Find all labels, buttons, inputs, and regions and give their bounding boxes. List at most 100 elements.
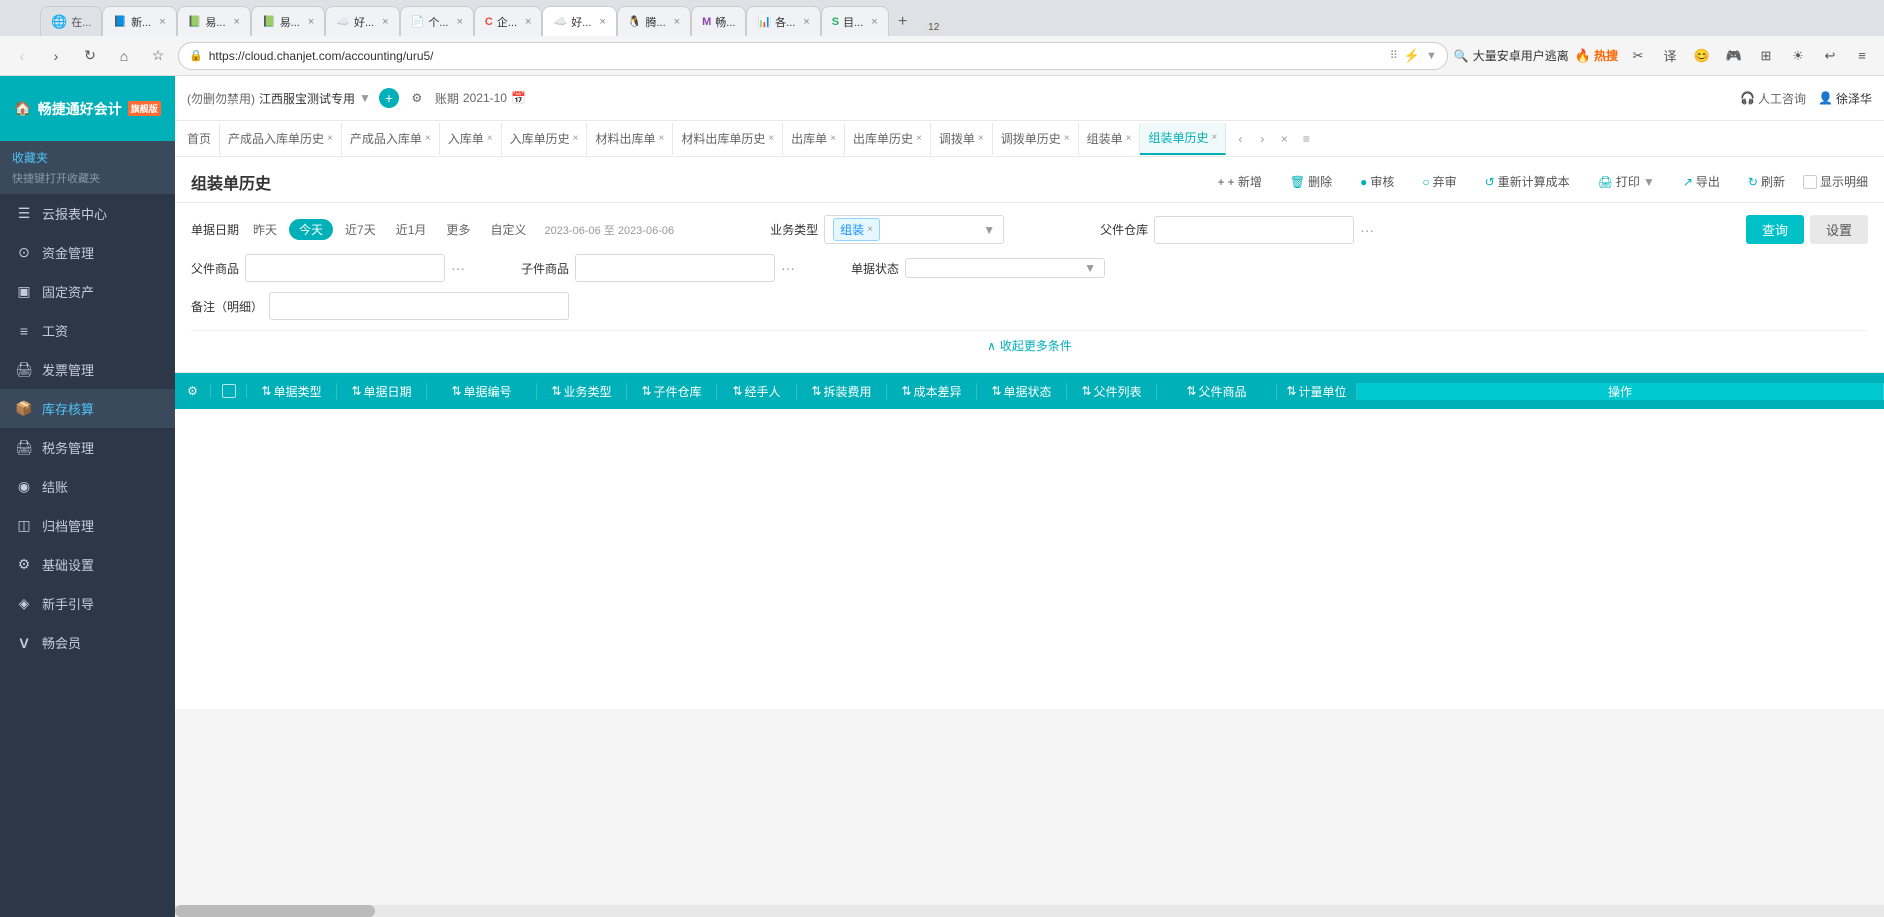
filter-collapse-button[interactable]: ∧ 收起更多条件 xyxy=(191,330,1868,360)
tab-close-icon[interactable]: × xyxy=(674,16,680,28)
tab-mat-out-hist-close[interactable]: × xyxy=(768,133,774,144)
tab-adjust-close[interactable]: × xyxy=(978,133,984,144)
column-doc-type[interactable]: ⇅ 单据类型 xyxy=(247,383,337,400)
show-details-checkbox[interactable] xyxy=(1803,175,1817,189)
header-checkbox[interactable] xyxy=(222,384,236,398)
sidebar-item-settlement[interactable]: ◉ 结账 xyxy=(0,467,175,506)
date-more[interactable]: 更多 xyxy=(438,219,478,240)
column-checkbox[interactable] xyxy=(211,384,247,398)
child-goods-dots[interactable]: ··· xyxy=(781,260,795,276)
sidebar-item-vip[interactable]: V 畅会员 xyxy=(0,623,175,662)
recalc-button[interactable]: ↺ 重新计算成本 xyxy=(1475,169,1580,194)
abandon-button[interactable]: ○ 弃审 xyxy=(1412,169,1466,194)
browser-tab-5[interactable]: ☁️ 好... × xyxy=(325,6,399,36)
tab-assemble-hist[interactable]: 组装单历史 × xyxy=(1140,123,1226,155)
date-7days[interactable]: 近7天 xyxy=(337,219,384,240)
tab-adjust[interactable]: 调拨单 × xyxy=(931,123,993,155)
column-unit[interactable]: ⇅ 计量单位 xyxy=(1277,383,1357,400)
tab-out-order[interactable]: 出库单 × xyxy=(783,123,845,155)
column-doc-date[interactable]: ⇅ 单据日期 xyxy=(337,383,427,400)
tab-scroll-right[interactable]: › xyxy=(1252,129,1272,149)
home-button[interactable]: ⌂ xyxy=(110,42,138,70)
tab-close-all[interactable]: × xyxy=(1274,129,1294,149)
emoji-icon[interactable]: 😊 xyxy=(1688,42,1716,70)
parent-goods-input[interactable] xyxy=(245,254,445,282)
date-custom[interactable]: 自定义 xyxy=(482,219,534,240)
child-goods-input[interactable] xyxy=(575,254,775,282)
filter-settings-button[interactable]: 设置 xyxy=(1810,215,1868,244)
browser-tab-7[interactable]: C 企... × xyxy=(474,6,543,36)
tab-out-order-close[interactable]: × xyxy=(830,133,836,144)
tab-in-order[interactable]: 入库单 × xyxy=(440,123,502,155)
add-company-button[interactable]: + xyxy=(379,88,399,108)
browser-new-tab-button[interactable]: + xyxy=(889,8,917,36)
sidebar-item-payroll[interactable]: ≡ 工资 xyxy=(0,311,175,350)
tab-scroll-left[interactable]: ‹ xyxy=(1230,129,1250,149)
column-handler[interactable]: ⇅ 经手人 xyxy=(717,383,797,400)
column-child-warehouse[interactable]: ⇅ 子件仓库 xyxy=(627,383,717,400)
tab-close-icon[interactable]: × xyxy=(525,16,531,28)
column-settings[interactable]: ⚙ xyxy=(175,384,211,398)
column-parent-list[interactable]: ⇅ 父件列表 xyxy=(1067,383,1157,400)
tab-out-hist-close[interactable]: × xyxy=(916,133,922,144)
browser-tab-8[interactable]: ☁️ 好... × xyxy=(542,6,616,36)
tab-assemble-close[interactable]: × xyxy=(1126,133,1132,144)
column-biz-type[interactable]: ⇅ 业务类型 xyxy=(537,383,627,400)
sun-icon[interactable]: ☀ xyxy=(1784,42,1812,70)
sidebar-item-settings[interactable]: ⚙ 基础设置 xyxy=(0,545,175,584)
tab-close-icon[interactable]: × xyxy=(382,16,388,28)
show-details-toggle[interactable]: 显示明细 xyxy=(1803,173,1868,190)
grid-icon[interactable]: ⊞ xyxy=(1752,42,1780,70)
add-button[interactable]: + + 新增 xyxy=(1207,169,1271,194)
date-1month[interactable]: 近1月 xyxy=(388,219,435,240)
tab-mat-out[interactable]: 材料出库单 × xyxy=(587,123,673,155)
forward-button[interactable]: › xyxy=(42,42,70,70)
tab-out-hist[interactable]: 出库单历史 × xyxy=(845,123,931,155)
column-disassemble-fee[interactable]: ⇅ 拆装费用 xyxy=(797,383,887,400)
notes-input[interactable] xyxy=(269,292,569,320)
back-button[interactable]: ‹ xyxy=(8,42,36,70)
star-button[interactable]: ☆ xyxy=(144,42,172,70)
sidebar-item-report[interactable]: ☰ 云报表中心 xyxy=(0,194,175,233)
sidebar-item-funds[interactable]: ⊙ 资金管理 xyxy=(0,233,175,272)
print-dropdown-arrow[interactable]: ▼ xyxy=(1643,175,1655,189)
sidebar-item-inventory[interactable]: 📦 库存核算 xyxy=(0,389,175,428)
query-button[interactable]: 查询 xyxy=(1746,215,1804,244)
order-status-select[interactable]: ▼ xyxy=(905,258,1105,278)
tab-close-icon[interactable]: × xyxy=(803,16,809,28)
menu-icon[interactable]: ≡ xyxy=(1848,42,1876,70)
browser-tab-2[interactable]: 📘 新... × xyxy=(102,6,176,36)
sidebar-item-assets[interactable]: ▣ 固定资产 xyxy=(0,272,175,311)
tab-close-icon[interactable]: × xyxy=(871,16,877,28)
sidebar-item-archive[interactable]: ◫ 归档管理 xyxy=(0,506,175,545)
audit-button[interactable]: ● 审核 xyxy=(1350,169,1404,194)
tab-prod-in[interactable]: 产成品入库单 × xyxy=(342,123,440,155)
sidebar-item-guide[interactable]: ◈ 新手引导 xyxy=(0,584,175,623)
tab-in-hist[interactable]: 入库单历史 × xyxy=(502,123,588,155)
biz-type-select[interactable]: 组装 × ▼ xyxy=(824,215,1004,244)
delete-button[interactable]: 🗑 删除 xyxy=(1280,169,1342,194)
period-selector[interactable]: 账期 2021-10 📅 xyxy=(435,90,526,107)
print-button[interactable]: 🖨 打印 ▼ xyxy=(1588,169,1665,194)
browser-tab-3[interactable]: 📗 易... × xyxy=(177,6,251,36)
export-button[interactable]: ↗ 导出 xyxy=(1673,169,1730,194)
tab-assemble-hist-close[interactable]: × xyxy=(1211,132,1217,143)
tab-more[interactable]: ≡ xyxy=(1296,129,1316,149)
parent-goods-dots[interactable]: ··· xyxy=(451,260,465,276)
tab-mat-out-hist[interactable]: 材料出库单历史 × xyxy=(673,123,783,155)
browser-tab-10[interactable]: M 畅... xyxy=(691,6,746,36)
customer-service-button[interactable]: 🎧 人工咨询 xyxy=(1740,90,1806,107)
tab-in-order-close[interactable]: × xyxy=(487,133,493,144)
undo-icon[interactable]: ↩ xyxy=(1816,42,1844,70)
tab-assemble[interactable]: 组装单 × xyxy=(1079,123,1141,155)
tab-close-icon[interactable]: × xyxy=(159,16,165,28)
tab-close-icon[interactable]: × xyxy=(234,16,240,28)
bottom-scrollbar[interactable] xyxy=(175,905,1884,917)
tab-close-icon[interactable]: × xyxy=(456,16,462,28)
parent-warehouse-dots[interactable]: ··· xyxy=(1360,222,1374,238)
column-parent-goods[interactable]: ⇅ 父件商品 xyxy=(1157,383,1277,400)
date-yesterday[interactable]: 昨天 xyxy=(245,219,285,240)
browser-tab-12[interactable]: S 目... × xyxy=(821,6,889,36)
tab-prod-in-close[interactable]: × xyxy=(425,133,431,144)
refresh-button-page[interactable]: ↻ 刷新 xyxy=(1738,169,1795,194)
